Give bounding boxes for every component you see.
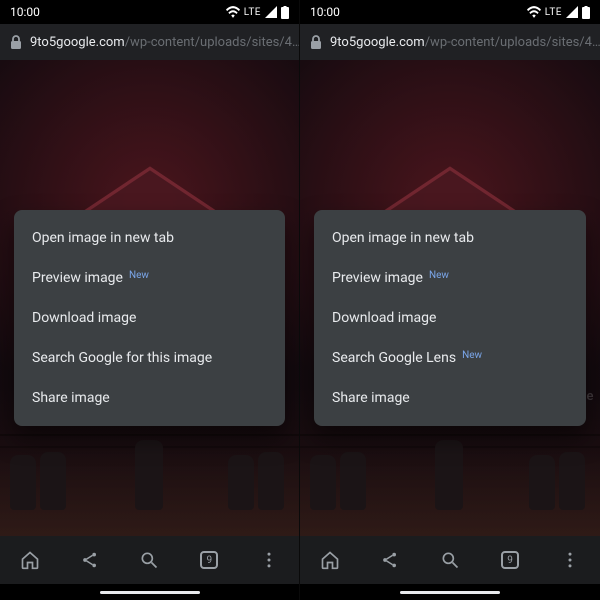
- phone-right: 10:00 LTE 9to5google.com/wp-content/uplo…: [300, 0, 600, 600]
- search-button[interactable]: [430, 540, 470, 580]
- menu-item-label: Share image: [32, 390, 110, 406]
- context-menu: Open image in new tab Preview image New D…: [314, 210, 586, 426]
- menu-item-label: Preview image: [32, 270, 123, 286]
- page-content: 9TO5Google Open image in new tab Preview…: [300, 60, 600, 536]
- signal-icon: [566, 6, 578, 18]
- menu-share-image[interactable]: Share image: [14, 378, 285, 418]
- wifi-icon: [527, 6, 541, 18]
- lock-icon: [310, 35, 322, 49]
- url-domain: 9to5google.com: [330, 35, 425, 50]
- menu-item-label: Preview image: [332, 270, 423, 286]
- network-label: LTE: [244, 7, 261, 18]
- menu-open-new-tab[interactable]: Open image in new tab: [14, 218, 285, 258]
- new-badge: New: [462, 350, 482, 361]
- phone-left: 10:00 LTE 9to5google.com/wp-content/uplo…: [0, 0, 300, 600]
- menu-search-google-image[interactable]: Search Google for this image: [14, 338, 285, 378]
- battery-icon: [281, 6, 289, 19]
- context-menu: Open image in new tab Preview image New D…: [14, 210, 285, 426]
- url-bar[interactable]: 9to5google.com/wp-content/uploads/sites/…: [0, 24, 299, 60]
- menu-download-image[interactable]: Download image: [314, 298, 586, 338]
- menu-item-label: Search Google for this image: [32, 350, 212, 366]
- share-button[interactable]: [370, 540, 410, 580]
- battery-icon: [582, 6, 590, 19]
- gesture-pill[interactable]: [100, 591, 200, 594]
- url-bar[interactable]: 9to5google.com/wp-content/uploads/sites/…: [300, 24, 600, 60]
- menu-preview-image[interactable]: Preview image New: [14, 258, 285, 298]
- menu-share-image[interactable]: Share image: [314, 378, 586, 418]
- chrome-bottom-toolbar: 9: [0, 536, 299, 584]
- side-by-side: 10:00 LTE 9to5google.com/wp-content/uplo…: [0, 0, 600, 600]
- status-bar: 10:00 LTE: [0, 0, 299, 24]
- menu-download-image[interactable]: Download image: [14, 298, 285, 338]
- url-domain: 9to5google.com: [30, 35, 125, 50]
- url-path: /wp-content/uploads/sites/4…: [425, 35, 600, 50]
- new-badge: New: [429, 270, 449, 281]
- menu-search-google-lens[interactable]: Search Google Lens New: [314, 338, 586, 378]
- status-bar: 10:00 LTE: [300, 0, 600, 24]
- tabs-button[interactable]: 9: [189, 540, 229, 580]
- url-path: /wp-content/uploads/sites/4…: [125, 35, 299, 50]
- overflow-menu-button[interactable]: [249, 540, 289, 580]
- menu-item-label: Share image: [332, 390, 410, 406]
- tabs-button[interactable]: 9: [490, 540, 530, 580]
- overflow-menu-button[interactable]: [550, 540, 590, 580]
- tab-count: 9: [501, 551, 519, 569]
- gesture-bar: [0, 584, 299, 600]
- menu-preview-image[interactable]: Preview image New: [314, 258, 586, 298]
- share-button[interactable]: [70, 540, 110, 580]
- chrome-bottom-toolbar: 9: [300, 536, 600, 584]
- tab-count: 9: [200, 551, 218, 569]
- menu-item-label: Open image in new tab: [332, 230, 474, 246]
- home-button[interactable]: [310, 540, 350, 580]
- search-button[interactable]: [129, 540, 169, 580]
- page-content: Open image in new tab Preview image New D…: [0, 60, 299, 536]
- menu-open-new-tab[interactable]: Open image in new tab: [314, 218, 586, 258]
- home-button[interactable]: [10, 540, 50, 580]
- menu-item-label: Download image: [32, 310, 136, 326]
- status-time: 10:00: [310, 5, 340, 19]
- new-badge: New: [129, 270, 149, 281]
- lock-icon: [10, 35, 22, 49]
- network-label: LTE: [545, 7, 562, 18]
- wifi-icon: [226, 6, 240, 18]
- signal-icon: [265, 6, 277, 18]
- menu-item-label: Download image: [332, 310, 436, 326]
- status-time: 10:00: [10, 5, 40, 19]
- menu-item-label: Search Google Lens: [332, 350, 456, 366]
- menu-item-label: Open image in new tab: [32, 230, 174, 246]
- gesture-pill[interactable]: [400, 591, 500, 594]
- gesture-bar: [300, 584, 600, 600]
